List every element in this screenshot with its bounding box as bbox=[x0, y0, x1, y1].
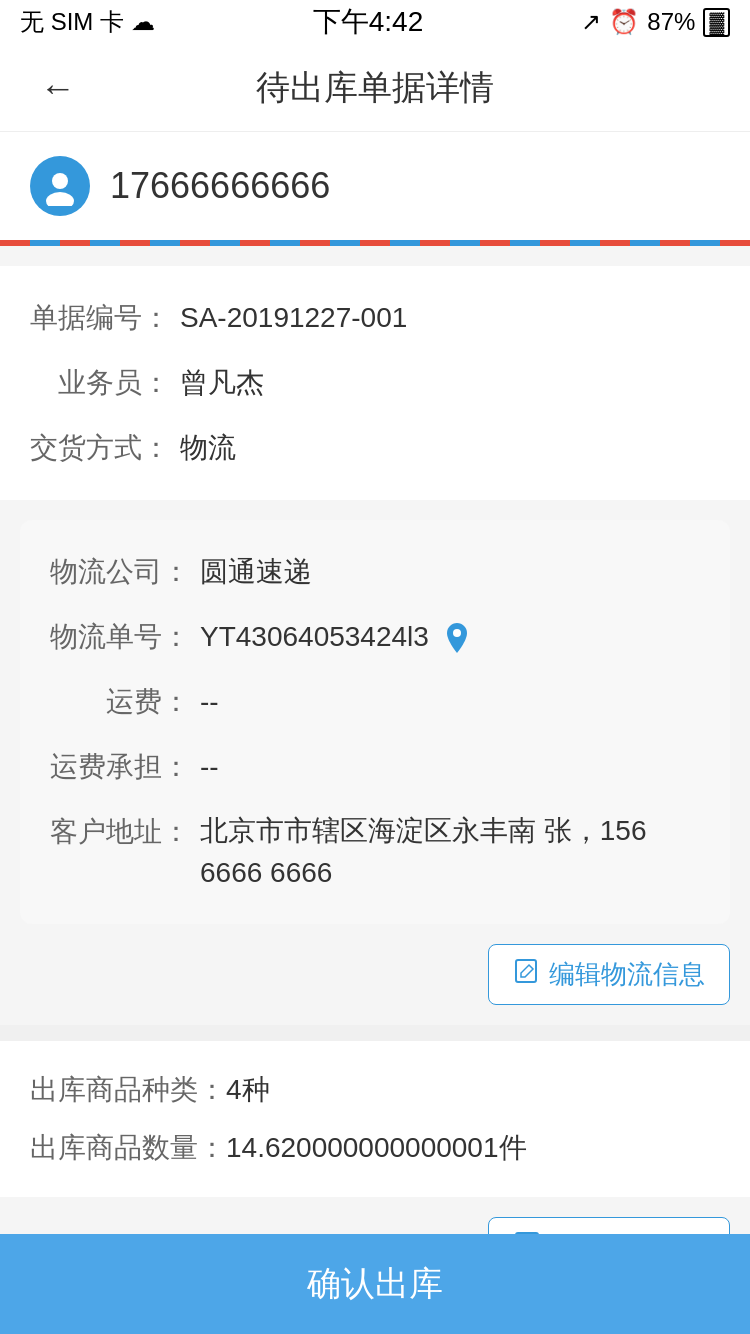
order-no-value: SA-20191227-001 bbox=[180, 296, 720, 341]
goods-types-value: 4种 bbox=[226, 1071, 270, 1109]
tracking-location-icon bbox=[439, 620, 475, 656]
address-label: 客户地址： bbox=[50, 810, 190, 855]
customer-phone: 17666666666 bbox=[110, 165, 330, 207]
logistics-company-row: 物流公司： 圆通速递 bbox=[50, 550, 700, 595]
freight-row: 运费： -- bbox=[50, 680, 700, 725]
avatar bbox=[30, 156, 90, 216]
delivery-label: 交货方式： bbox=[30, 426, 170, 471]
logistics-company-label: 物流公司： bbox=[50, 550, 190, 595]
goods-types-label: 出库商品种类： bbox=[30, 1071, 226, 1109]
tracking-row: 物流单号： YT43064053424l3 bbox=[50, 615, 700, 660]
delivery-value: 物流 bbox=[180, 426, 720, 471]
goods-types-row: 出库商品种类： 4种 bbox=[30, 1071, 720, 1109]
order-info-section: 单据编号： SA-20191227-001 业务员： 曾凡杰 交货方式： 物流 bbox=[0, 266, 750, 500]
edit-icon bbox=[513, 957, 541, 992]
salesman-row: 业务员： 曾凡杰 bbox=[30, 361, 720, 406]
customer-section: 17666666666 bbox=[0, 132, 750, 240]
confirm-bar[interactable]: 确认出库 bbox=[0, 1234, 750, 1334]
salesman-label: 业务员： bbox=[30, 361, 170, 406]
address-row: 客户地址： 北京市市辖区海淀区永丰南 张，156 6666 6666 bbox=[50, 810, 700, 894]
location-indicator: ↗ bbox=[581, 8, 601, 36]
freight-bear-row: 运费承担： -- bbox=[50, 745, 700, 790]
status-right: ↗ ⏰ 87% ▓ bbox=[581, 8, 730, 37]
status-time: 下午4:42 bbox=[313, 3, 424, 41]
goods-section: 出库商品种类： 4种 出库商品数量： 14.620000000000001件 bbox=[0, 1041, 750, 1197]
goods-quantity-row: 出库商品数量： 14.620000000000001件 bbox=[30, 1129, 720, 1167]
svg-point-1 bbox=[46, 192, 74, 206]
alarm-icon: ⏰ bbox=[609, 8, 639, 36]
freight-bear-value: -- bbox=[200, 745, 700, 790]
delivery-row: 交货方式： 物流 bbox=[30, 426, 720, 471]
edit-logistics-label: 编辑物流信息 bbox=[549, 957, 705, 992]
page-title: 待出库单据详情 bbox=[256, 65, 494, 111]
battery-icon: ▓ bbox=[703, 8, 730, 37]
back-button[interactable]: ← bbox=[30, 57, 86, 119]
sim-status: 无 SIM 卡 ☁ bbox=[20, 6, 155, 38]
logistics-company-value: 圆通速递 bbox=[200, 550, 700, 595]
freight-bear-label: 运费承担： bbox=[50, 745, 190, 790]
svg-point-0 bbox=[52, 173, 68, 189]
logistics-card: 物流公司： 圆通速递 物流单号： YT43064053424l3 运费： -- … bbox=[20, 520, 730, 923]
salesman-value: 曾凡杰 bbox=[180, 361, 720, 406]
freight-label: 运费： bbox=[50, 680, 190, 725]
tracking-value: YT43064053424l3 bbox=[200, 615, 700, 660]
svg-point-2 bbox=[453, 629, 461, 637]
order-no-label: 单据编号： bbox=[30, 296, 170, 341]
dashed-divider bbox=[0, 240, 750, 246]
address-value: 北京市市辖区海淀区永丰南 张，156 6666 6666 bbox=[200, 810, 700, 894]
status-bar: 无 SIM 卡 ☁ 下午4:42 ↗ ⏰ 87% ▓ bbox=[0, 0, 750, 44]
goods-quantity-value: 14.620000000000001件 bbox=[226, 1129, 527, 1167]
freight-value: -- bbox=[200, 680, 700, 725]
edit-logistics-button[interactable]: 编辑物流信息 bbox=[488, 944, 730, 1005]
tracking-label: 物流单号： bbox=[50, 615, 190, 660]
order-no-row: 单据编号： SA-20191227-001 bbox=[30, 296, 720, 341]
battery-level: 87% bbox=[647, 8, 695, 36]
edit-btn-row: 编辑物流信息 bbox=[0, 924, 750, 1005]
confirm-text: 确认出库 bbox=[307, 1261, 443, 1307]
status-left: 无 SIM 卡 ☁ bbox=[20, 6, 155, 38]
nav-bar: ← 待出库单据详情 bbox=[0, 44, 750, 132]
goods-quantity-label: 出库商品数量： bbox=[30, 1129, 226, 1167]
section-divider bbox=[0, 1025, 750, 1041]
svg-rect-3 bbox=[516, 960, 536, 982]
